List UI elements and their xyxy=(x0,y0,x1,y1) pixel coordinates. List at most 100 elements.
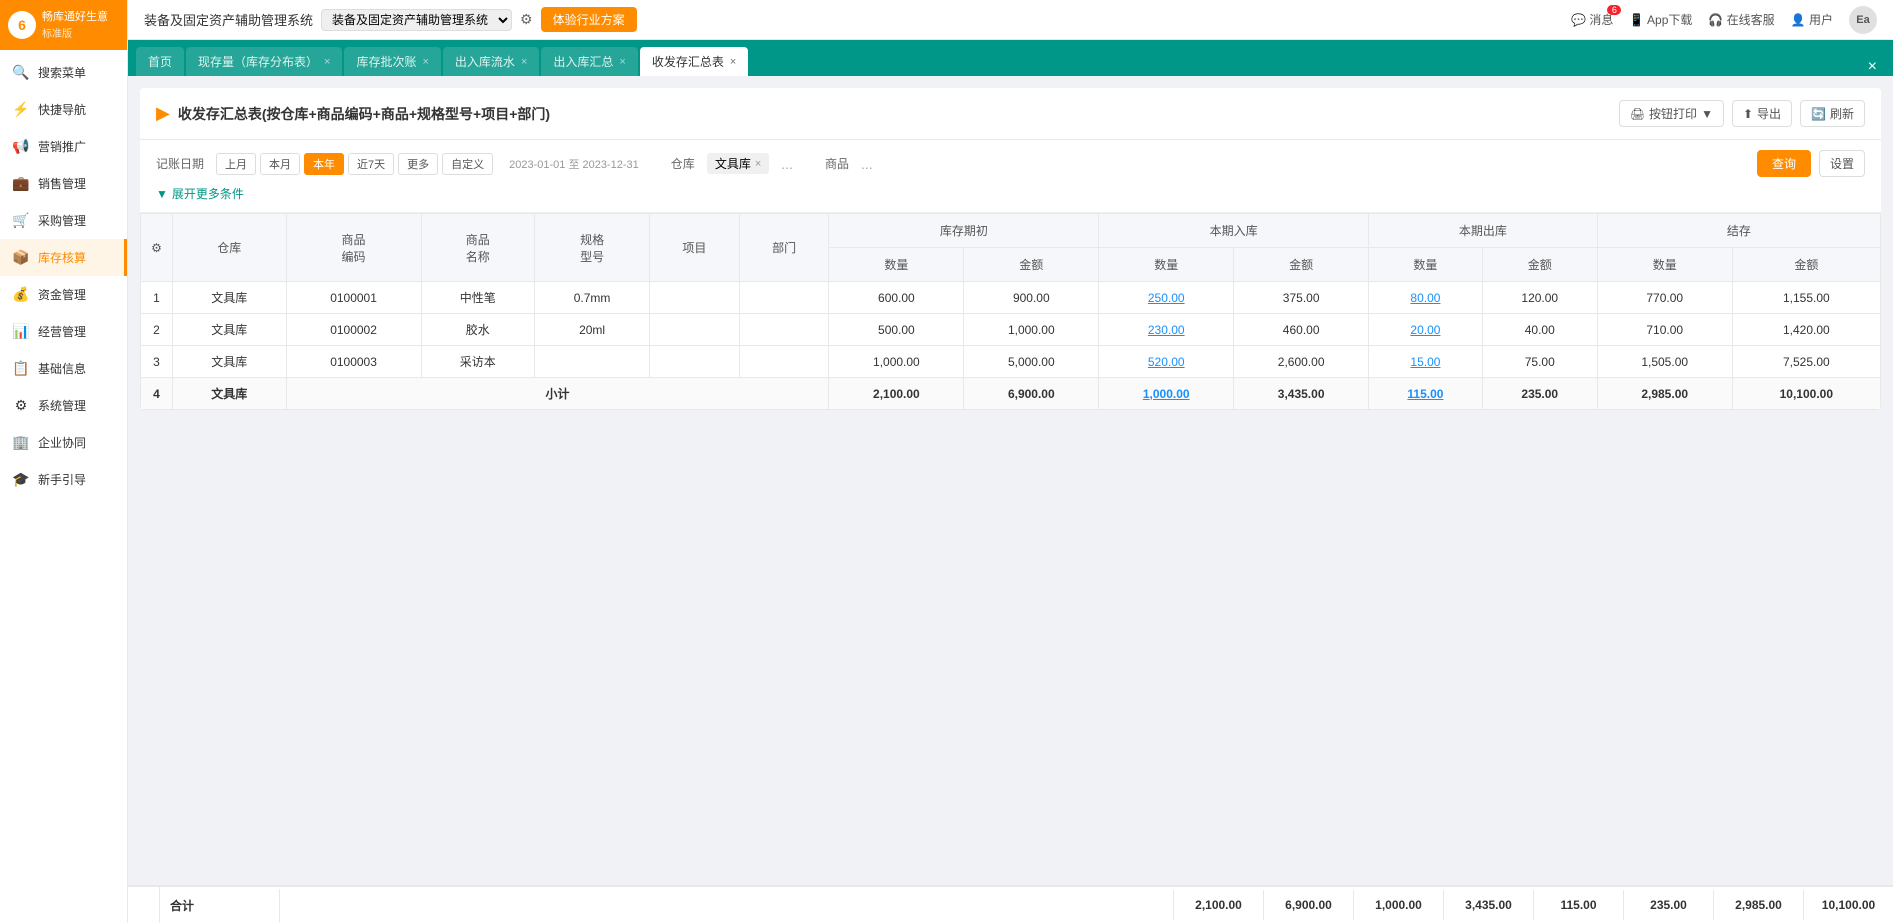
sidebar-item-quick-nav[interactable]: ⚡快捷导航 xyxy=(0,91,127,128)
setting-button[interactable]: 设置 xyxy=(1819,150,1865,177)
tab-inout-summary-close[interactable]: × xyxy=(619,56,625,68)
refresh-button[interactable]: 🔄 刷新 xyxy=(1800,100,1865,127)
tab-stock-dist-close[interactable]: × xyxy=(324,56,330,68)
subtotal-closing-qty: 2,985.00 xyxy=(1597,378,1732,410)
subtotal-row: 4 文具库 小计 2,100.00 6,900.00 1,000.00 3,43… xyxy=(141,378,1881,410)
subtotal-in-amt: 3,435.00 xyxy=(1234,378,1369,410)
message-label: 消息 xyxy=(1589,13,1613,27)
th-goods-name: 商品名称 xyxy=(421,214,535,282)
row-opening-amt: 900.00 xyxy=(964,282,1099,314)
row-goods-spec xyxy=(535,346,650,378)
tab-stock-dist[interactable]: 现存量（库存分布表） × xyxy=(186,47,342,76)
tab-batch-close[interactable]: × xyxy=(422,56,428,68)
tab-area-close[interactable]: × xyxy=(1860,58,1885,76)
tab-inout-flow-close[interactable]: × xyxy=(521,56,527,68)
th-out-group: 本期出库 xyxy=(1369,214,1598,248)
row-in-qty[interactable]: 520.00 xyxy=(1099,346,1234,378)
sidebar-item-marketing[interactable]: 📢营销推广 xyxy=(0,128,127,165)
sidebar-item-operations[interactable]: 📊经营管理 xyxy=(0,313,127,350)
tab-recv-send-label: 收发存汇总表 xyxy=(652,53,724,70)
export-button[interactable]: ⬆ 导出 xyxy=(1732,100,1792,127)
sidebar-item-inventory[interactable]: 📦库存核算 xyxy=(0,239,127,276)
print-button[interactable]: 🖨 按钮打印 ▼ xyxy=(1619,100,1724,127)
th-opening-group: 库存期初 xyxy=(829,214,1099,248)
row-department xyxy=(739,346,829,378)
row-in-amt: 375.00 xyxy=(1234,282,1369,314)
message-icon: 💬 xyxy=(1571,13,1586,27)
th-in-amt: 金额 xyxy=(1234,248,1369,282)
sidebar-item-label-operations: 经营管理 xyxy=(38,323,86,340)
date-btn-more[interactable]: 更多 xyxy=(398,153,438,175)
print-dropdown-icon: ▼ xyxy=(1701,107,1713,121)
online-service[interactable]: 🎧 在线客服 xyxy=(1708,11,1774,28)
subtotal-in-qty[interactable]: 1,000.00 xyxy=(1099,378,1234,410)
footer-out-amt: 235.00 xyxy=(1623,890,1713,920)
th-out-amt: 金额 xyxy=(1482,248,1597,282)
query-button[interactable]: 查询 xyxy=(1757,150,1811,177)
sidebar-item-sales[interactable]: 💼销售管理 xyxy=(0,165,127,202)
row-closing-qty: 1,505.00 xyxy=(1597,346,1732,378)
row-out-qty[interactable]: 20.00 xyxy=(1369,314,1483,346)
sidebar-logo: 6 畅库通好生意 标准版 xyxy=(0,0,127,50)
marketing-icon: 📢 xyxy=(12,138,30,155)
sidebar-item-search[interactable]: 🔍搜索菜单 xyxy=(0,54,127,91)
warehouse-tag-close[interactable]: × xyxy=(755,158,761,170)
tab-inout-flow[interactable]: 出入库流水 × xyxy=(443,47,539,76)
subtotal-opening-amt: 6,900.00 xyxy=(964,378,1099,410)
page-title: 收发存汇总表(按仓库+商品编码+商品+规格型号+项目+部门) xyxy=(178,104,550,124)
tab-inout-summary[interactable]: 出入库汇总 × xyxy=(541,47,637,76)
purchase-icon: 🛒 xyxy=(12,212,30,229)
message-badge[interactable]: 💬 消息 6 xyxy=(1571,11,1613,28)
sidebar-item-purchase[interactable]: 🛒 采购管理 xyxy=(0,202,127,239)
warehouse-dots[interactable]: ... xyxy=(781,156,793,172)
date-btn-this-month[interactable]: 本月 xyxy=(260,153,300,175)
logo-name: 畅库通好生意 xyxy=(42,10,108,25)
date-btn-custom[interactable]: 自定义 xyxy=(442,153,493,175)
th-settings[interactable]: ⚙ xyxy=(141,214,173,282)
date-btn-last-month[interactable]: 上月 xyxy=(216,153,256,175)
tab-home[interactable]: 首页 xyxy=(136,47,184,76)
footer-opening-qty: 2,100.00 xyxy=(1173,890,1263,920)
date-btn-this-year[interactable]: 本年 xyxy=(304,153,344,175)
expand-conditions[interactable]: ▼ 展开更多条件 xyxy=(156,185,1865,202)
trial-button[interactable]: 体验行业方案 xyxy=(541,7,637,32)
sidebar: 6 畅库通好生意 标准版 🔍搜索菜单⚡快捷导航📢营销推广💼销售管理 🛒 采购管理 📦库… xyxy=(0,0,128,923)
user-menu[interactable]: 👤 用户 xyxy=(1791,11,1833,28)
collapse-arrow[interactable]: ▶ xyxy=(156,103,170,124)
row-in-qty[interactable]: 230.00 xyxy=(1099,314,1234,346)
main-area: 装备及固定资产辅助管理系统 装备及固定资产辅助管理系统 ⚙ 体验行业方案 💬 消… xyxy=(128,0,1893,923)
row-closing-amt: 7,525.00 xyxy=(1732,346,1880,378)
row-out-qty[interactable]: 15.00 xyxy=(1369,346,1483,378)
th-in-group: 本期入库 xyxy=(1099,214,1369,248)
row-num: 3 xyxy=(141,346,173,378)
row-opening-qty: 500.00 xyxy=(829,314,964,346)
export-label: 导出 xyxy=(1757,105,1781,122)
goods-dots[interactable]: ... xyxy=(861,156,873,172)
row-num: 1 xyxy=(141,282,173,314)
expand-label: 展开更多条件 xyxy=(172,185,244,202)
subtotal-out-qty[interactable]: 115.00 xyxy=(1369,378,1483,410)
sidebar-item-finance[interactable]: 💰资金管理 xyxy=(0,276,127,313)
row-in-qty[interactable]: 250.00 xyxy=(1099,282,1234,314)
user-avatar[interactable]: Ea xyxy=(1849,6,1877,34)
gear-icon[interactable]: ⚙ xyxy=(520,11,533,28)
page-actions: 🖨 按钮打印 ▼ ⬆ 导出 🔄 刷新 xyxy=(1619,100,1865,127)
tab-batch[interactable]: 库存批次账 × xyxy=(344,47,440,76)
tab-recv-send[interactable]: 收发存汇总表 × xyxy=(640,47,748,76)
filter-row-1: 记账日期 上月 本月 本年 近7天 更多 自定义 2023-01-01 至 20… xyxy=(156,150,1865,177)
logo-sub: 标准版 xyxy=(42,25,108,40)
sidebar-item-system[interactable]: ⚙系统管理 xyxy=(0,387,127,424)
system-title: 装备及固定资产辅助管理系统 xyxy=(144,10,313,29)
sidebar-item-guide[interactable]: 🎓新手引导 xyxy=(0,461,127,498)
date-btn-7days[interactable]: 近7天 xyxy=(348,153,394,175)
row-out-qty[interactable]: 80.00 xyxy=(1369,282,1483,314)
system-select[interactable]: 装备及固定资产辅助管理系统 xyxy=(321,9,512,31)
th-out-qty: 数量 xyxy=(1369,248,1483,282)
sidebar-item-enterprise[interactable]: 🏢企业协同 xyxy=(0,424,127,461)
system-icon: ⚙ xyxy=(12,397,30,414)
tab-recv-send-close[interactable]: × xyxy=(730,56,736,68)
sidebar-item-basic-info[interactable]: 📋基础信息 xyxy=(0,350,127,387)
app-download[interactable]: 📱 App下载 xyxy=(1629,11,1692,28)
warehouse-tag[interactable]: 文具库 × xyxy=(707,153,769,174)
sidebar-item-label-purchase: 采购管理 xyxy=(38,212,86,229)
